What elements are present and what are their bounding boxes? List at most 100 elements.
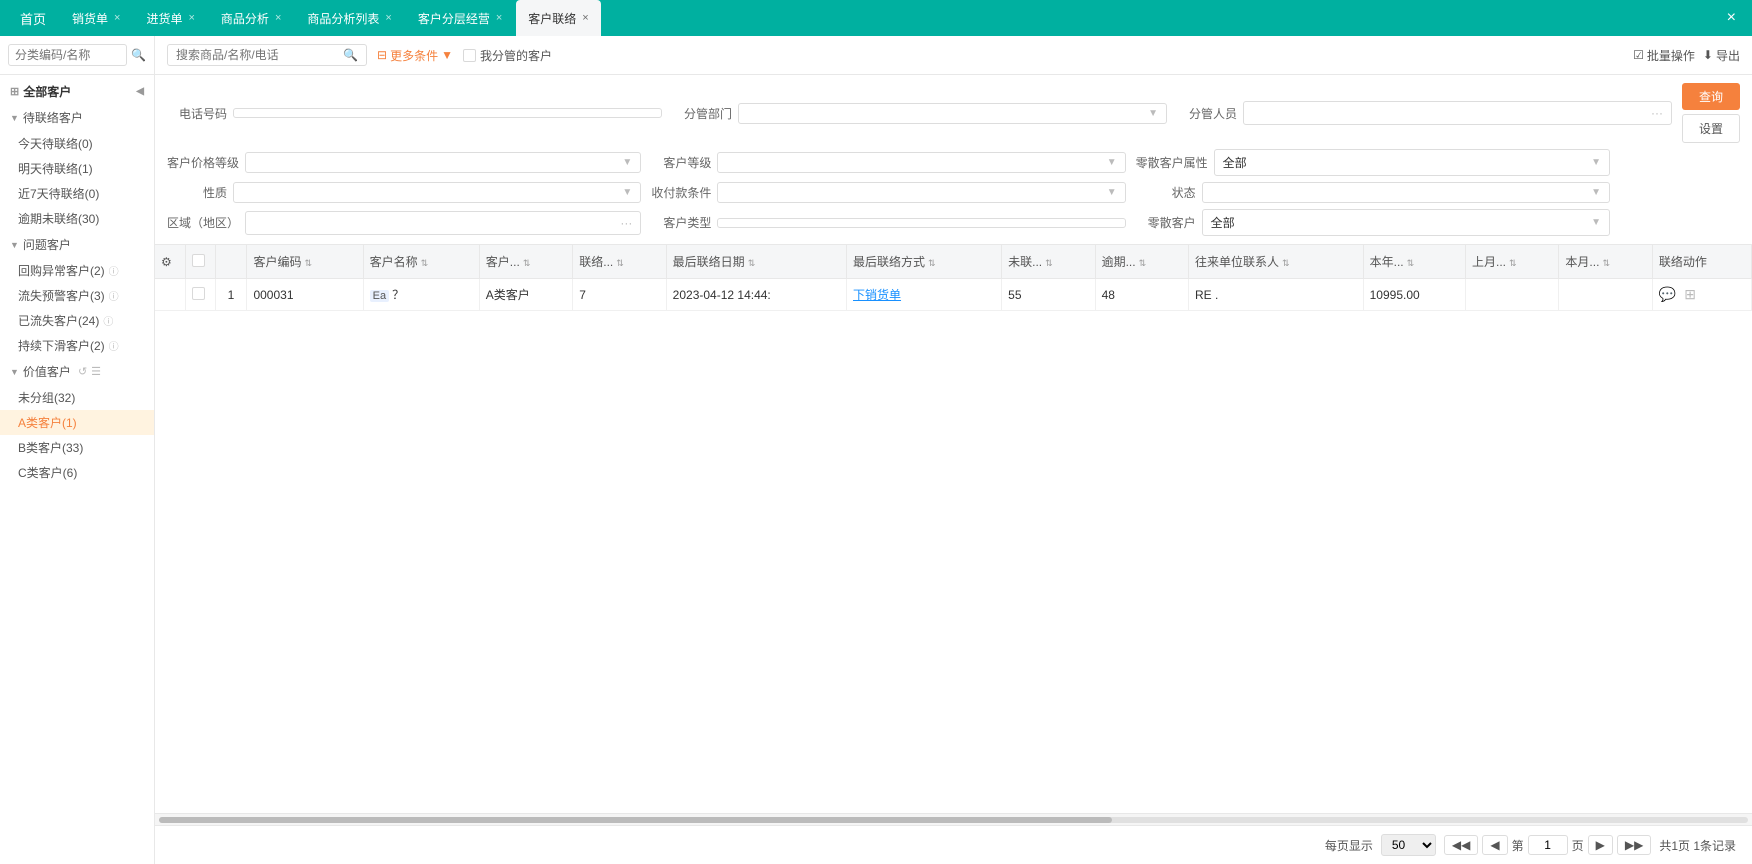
table-scroll[interactable]: ⚙ 客户编码⇅ 客户名称⇅ 客户...⇅ 联络...⇅ 最后联络日期⇅ 最后联络…	[155, 245, 1752, 813]
cell-last-method[interactable]: 下销货单	[847, 279, 1002, 311]
filter-my-customers[interactable]: 我分管的客户	[463, 47, 552, 64]
first-page-btn[interactable]: ◀◀	[1444, 835, 1478, 855]
retail-customer-select[interactable]: 全部 ▼	[1202, 209, 1610, 236]
th-name[interactable]: 客户名称⇅	[363, 245, 479, 279]
query-button[interactable]: 查询	[1682, 83, 1740, 110]
sort-no-contact[interactable]: ⇅	[1045, 258, 1053, 268]
filter-search-box[interactable]: 🔍	[167, 44, 367, 66]
cell-check[interactable]	[185, 279, 215, 311]
sort-this-month[interactable]: ⇅	[1602, 258, 1610, 268]
sidebar-item-ungrouped[interactable]: 未分组(32)	[0, 385, 154, 410]
th-overdue[interactable]: 逾期...⇅	[1095, 245, 1188, 279]
close-customer-contact-tab[interactable]: ×	[582, 12, 588, 24]
customer-type-input[interactable]	[717, 218, 1125, 228]
sort-contacts[interactable]: ⇅	[616, 258, 624, 268]
filter-search-input[interactable]	[176, 48, 339, 62]
grid-action-icon[interactable]: ⊞	[1684, 286, 1696, 303]
sort-this-year[interactable]: ⇅	[1407, 258, 1415, 268]
window-close-button[interactable]: ×	[1719, 9, 1744, 27]
th-last-method[interactable]: 最后联络方式⇅	[847, 245, 1002, 279]
sidebar-item-today-contact[interactable]: 今天待联络(0)	[0, 131, 154, 156]
nav-item-customer-tier[interactable]: 客户分层经营 ×	[406, 0, 514, 36]
payment-select[interactable]: ▼	[717, 182, 1125, 203]
sort-type[interactable]: ⇅	[523, 258, 531, 268]
close-purchase-tab[interactable]: ×	[188, 12, 194, 24]
sidebar-collapse-icon[interactable]: ◀	[136, 86, 144, 97]
sidebar-item-overdue-contact[interactable]: 逾期未联络(30)	[0, 206, 154, 231]
my-customers-checkbox[interactable]	[463, 49, 476, 62]
cell-name[interactable]: Ea？	[363, 279, 479, 311]
customer-level-select[interactable]: ▼	[717, 152, 1125, 173]
last-page-btn[interactable]: ▶▶	[1617, 835, 1651, 855]
sidebar-group-problem[interactable]: ▼ 问题客户	[0, 231, 154, 258]
nav-item-product-analysis[interactable]: 商品分析 ×	[209, 0, 293, 36]
close-product-list-tab[interactable]: ×	[385, 12, 391, 24]
close-product-analysis-tab[interactable]: ×	[275, 12, 281, 24]
value-refresh-icon[interactable]: ↺	[78, 365, 87, 378]
header-checkbox[interactable]	[192, 254, 205, 267]
dept-select[interactable]: ▼	[738, 103, 1167, 124]
sidebar-search-input[interactable]	[8, 44, 127, 66]
sort-last-method[interactable]: ⇅	[928, 258, 936, 268]
nav-home[interactable]: 首页	[8, 9, 58, 28]
export-btn[interactable]: ⬇ 导出	[1703, 47, 1740, 64]
sort-last-month[interactable]: ⇅	[1509, 258, 1517, 268]
region-input[interactable]: ···	[245, 211, 641, 235]
sort-name[interactable]: ⇅	[421, 258, 429, 268]
settings-button[interactable]: 设置	[1682, 114, 1740, 143]
retail-attr-select[interactable]: 全部 ▼	[1214, 149, 1610, 176]
th-last-month[interactable]: 上月...⇅	[1465, 245, 1558, 279]
sort-prev-contacts[interactable]: ⇅	[1282, 258, 1290, 268]
th-check[interactable]	[185, 245, 215, 279]
next-page-btn[interactable]: ▶	[1588, 835, 1613, 855]
sidebar-item-week-contact[interactable]: 近7天待联络(0)	[0, 181, 154, 206]
status-select[interactable]: ▼	[1202, 182, 1610, 203]
horizontal-scrollbar[interactable]	[155, 813, 1752, 825]
nav-item-customer-contact[interactable]: 客户联络 ×	[516, 0, 600, 36]
th-no-contact[interactable]: 未联...⇅	[1002, 245, 1095, 279]
row-checkbox[interactable]	[192, 287, 205, 300]
nav-item-purchase[interactable]: 进货单 ×	[134, 0, 206, 36]
th-gear[interactable]: ⚙	[155, 245, 185, 279]
sidebar-item-c-class[interactable]: C类客户(6)	[0, 460, 154, 485]
th-type[interactable]: 客户...⇅	[479, 245, 572, 279]
sort-code[interactable]: ⇅	[304, 258, 312, 268]
th-this-year[interactable]: 本年...⇅	[1363, 245, 1465, 279]
price-level-select[interactable]: ▼	[245, 152, 641, 173]
batch-op-btn[interactable]: ☑ 批量操作	[1633, 47, 1695, 64]
search-icon[interactable]: 🔍	[343, 48, 358, 62]
value-settings-icon[interactable]: ☰	[91, 365, 101, 378]
last-method-link[interactable]: 下销货单	[853, 288, 901, 302]
sidebar-item-declining[interactable]: 持续下滑客户(2) ⓘ	[0, 333, 154, 358]
sidebar-search-icon[interactable]: 🔍	[131, 48, 146, 62]
prev-page-btn[interactable]: ◀	[1482, 835, 1507, 855]
filter-more-btn[interactable]: ⊟ 更多条件 ▼	[377, 47, 453, 64]
sidebar-item-tomorrow-contact[interactable]: 明天待联络(1)	[0, 156, 154, 181]
page-number-input[interactable]	[1528, 835, 1568, 855]
page-size-select[interactable]: 50 100	[1381, 834, 1436, 856]
sidebar-item-churn-warning[interactable]: 流失预警客户(3) ⓘ	[0, 283, 154, 308]
sort-overdue[interactable]: ⇅	[1139, 258, 1147, 268]
nav-item-sales[interactable]: 销货单 ×	[60, 0, 132, 36]
close-customer-tier-tab[interactable]: ×	[496, 12, 502, 24]
sidebar-item-b-class[interactable]: B类客户(33)	[0, 435, 154, 460]
th-last-date[interactable]: 最后联络日期⇅	[666, 245, 846, 279]
sidebar-group-value[interactable]: ▼ 价值客户 ↺ ☰	[0, 358, 154, 385]
scrollbar-track[interactable]	[159, 817, 1748, 823]
th-contacts[interactable]: 联络...⇅	[573, 245, 666, 279]
message-action-icon[interactable]: 💬	[1659, 286, 1676, 303]
sidebar-all-customers-header[interactable]: ⊞ 全部客户 ◀	[0, 75, 154, 104]
th-code[interactable]: 客户编码⇅	[247, 245, 363, 279]
close-sales-tab[interactable]: ×	[114, 12, 120, 24]
nav-item-product-list[interactable]: 商品分析列表 ×	[295, 0, 403, 36]
sidebar-item-repurchase[interactable]: 回购异常客户(2) ⓘ	[0, 258, 154, 283]
sidebar-item-a-class[interactable]: A类客户(1)	[0, 410, 154, 435]
sort-last-date[interactable]: ⇅	[748, 258, 756, 268]
phone-input[interactable]	[233, 108, 662, 118]
sidebar-group-pending[interactable]: ▼ 待联络客户	[0, 104, 154, 131]
sidebar-item-churned[interactable]: 已流失客户(24) ⓘ	[0, 308, 154, 333]
th-this-month[interactable]: 本月...⇅	[1559, 245, 1652, 279]
th-prev-contacts[interactable]: 往来单位联系人⇅	[1189, 245, 1364, 279]
scrollbar-thumb[interactable]	[159, 817, 1112, 823]
nature-select[interactable]: ▼	[233, 182, 641, 203]
